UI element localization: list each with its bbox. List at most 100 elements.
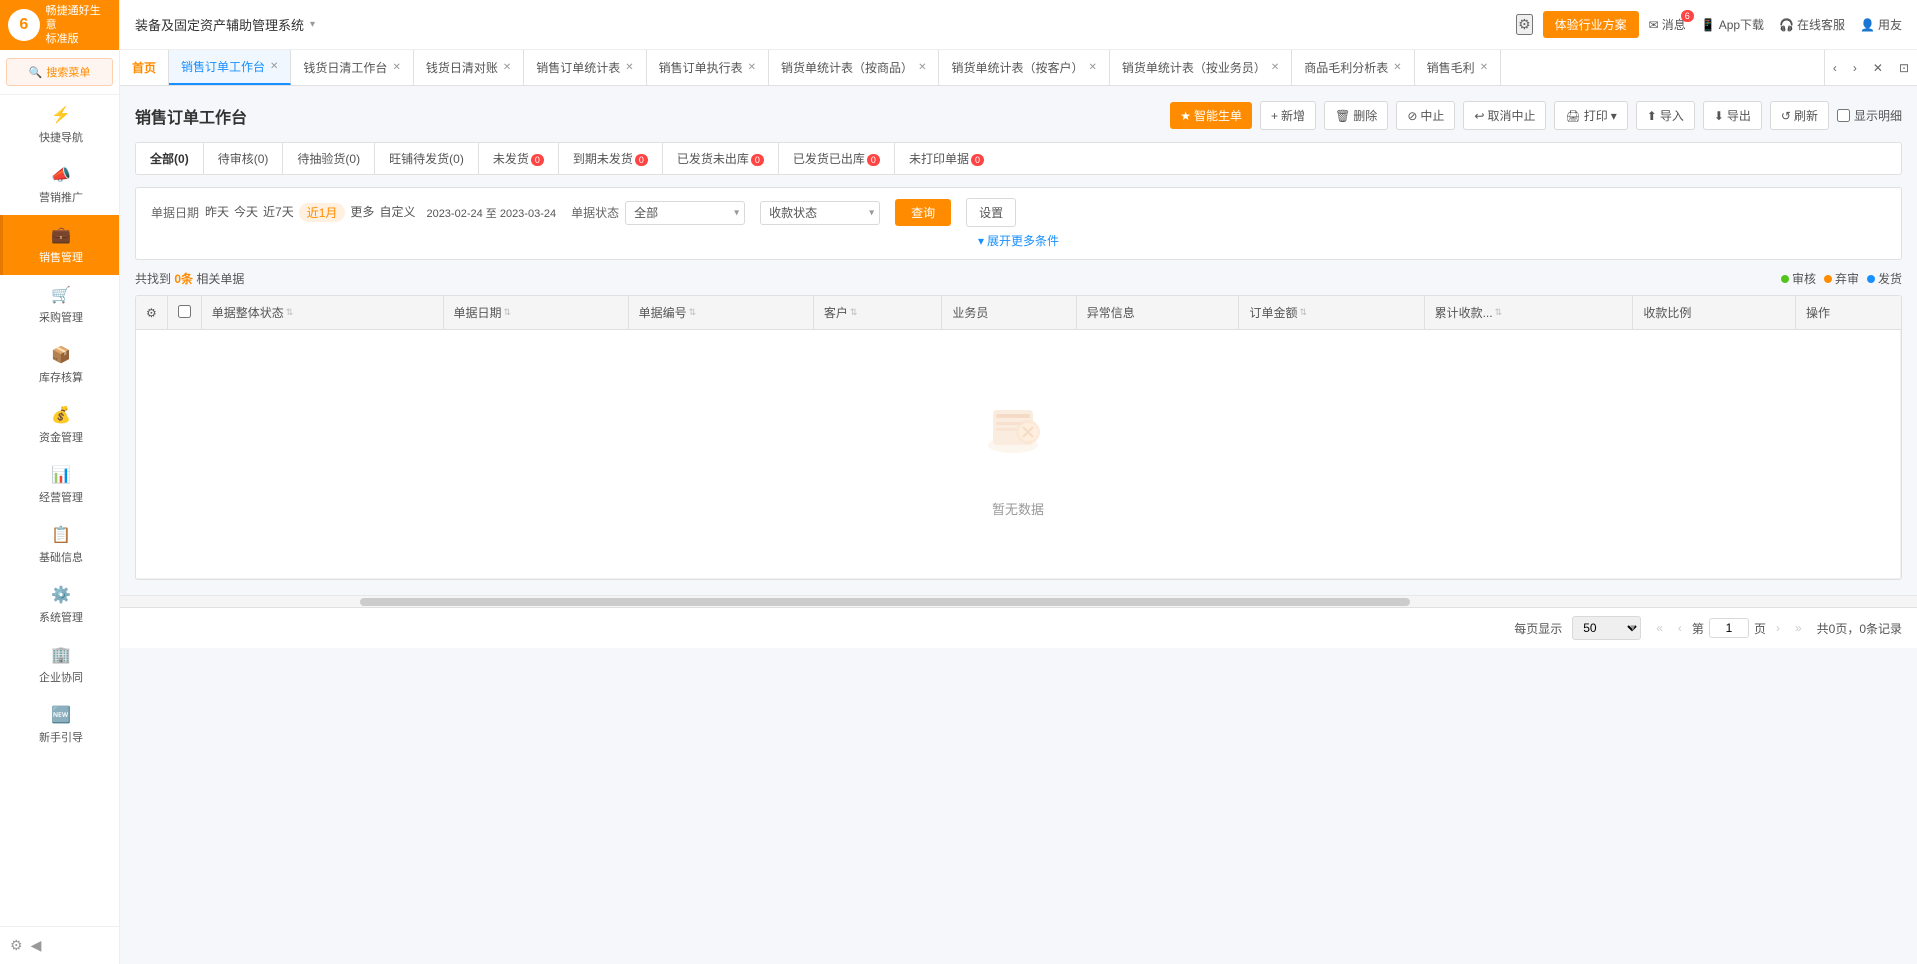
date-opt-last1m[interactable]: 近1月 [299,203,346,222]
tab-sales-by-product[interactable]: 销货单统计表（按商品） ✕ [769,50,939,85]
sort-date[interactable]: 单据日期 ⇅ [454,304,618,321]
sidebar-item-system[interactable]: ⚙️ 系统管理 [0,575,119,635]
column-settings-icon[interactable]: ⚙ [146,306,157,320]
date-opt-last7[interactable]: 近7天 [263,203,294,222]
page-input[interactable] [1709,618,1749,638]
collapse-icon[interactable]: ◀ [31,937,42,954]
tab-close-sales-profit[interactable]: ✕ [1480,62,1488,73]
date-opt-custom[interactable]: 自定义 [379,203,415,222]
sub-tab-overdue[interactable]: 到期未发货0 [559,143,663,174]
tab-close-sales-by-staff[interactable]: ✕ [1271,62,1279,73]
tab-sales-profit[interactable]: 销售毛利 ✕ [1415,50,1501,85]
sub-tab-not-printed[interactable]: 未打印单据0 [895,143,998,174]
th-checkbox [167,296,201,330]
date-opt-more[interactable]: 更多 [350,203,374,222]
tabs-scroll-right[interactable]: › [1845,50,1865,85]
cancel-audit-action-btn[interactable]: 弃审 [1824,270,1859,287]
message-btn[interactable]: ✉ 消息 6 [1649,16,1686,33]
prev-page-btn[interactable]: ‹ [1673,619,1687,637]
sub-tab-all[interactable]: 全部(0) [136,143,204,174]
app-download-btn[interactable]: 📱 App下载 [1701,16,1764,33]
tab-gross-profit[interactable]: 商品毛利分析表 ✕ [1292,50,1414,85]
smart-create-button[interactable]: ★ 智能生单 [1170,102,1252,129]
delete-button[interactable]: 🗑 删除 [1324,101,1388,130]
sidebar-item-finance[interactable]: 💰 资金管理 [0,395,119,455]
horizontal-scrollbar[interactable] [120,595,1917,607]
tab-close-sales-by-product[interactable]: ✕ [918,62,926,73]
cancel-stop-button[interactable]: ↩ 取消中止 [1463,101,1546,130]
tab-cash-daily[interactable]: 钱货日清工作台 ✕ [291,50,413,85]
stop-icon: ⊘ [1407,109,1417,123]
tab-sales-stats[interactable]: 销售订单统计表 ✕ [524,50,646,85]
tabs-close-all[interactable]: ✕ [1865,50,1891,85]
date-opt-yesterday[interactable]: 昨天 [205,203,229,222]
tab-sales-by-customer[interactable]: 销货单统计表（按客户） ✕ [939,50,1109,85]
tab-close-gross-profit[interactable]: ✕ [1393,62,1401,73]
user-menu-btn[interactable]: 👤 用友 [1860,16,1902,33]
sort-amount[interactable]: 订单金额 ⇅ [1249,304,1413,321]
tab-close-sales-workbench[interactable]: ✕ [270,61,278,72]
print-button[interactable]: 🖨 打印 ▾ [1554,101,1627,130]
tab-close-sales-stats[interactable]: ✕ [625,62,633,73]
tab-home[interactable]: 首页 [120,50,169,85]
online-service-btn[interactable]: 🎧 在线客服 [1779,16,1845,33]
sort-customer[interactable]: 客户 ⇅ [824,304,932,321]
filter-payment-select[interactable]: 收款状态 [760,201,880,225]
audit-action-btn[interactable]: 审核 [1781,270,1816,287]
sidebar-item-enterprise[interactable]: 🏢 企业协同 [0,635,119,695]
tabs-scroll-left[interactable]: ‹ [1825,50,1845,85]
filter-status-select[interactable]: 全部 [625,201,745,225]
search-menu-button[interactable]: 🔍 搜索菜单 [6,58,113,86]
sidebar-item-operations[interactable]: 📊 经营管理 [0,455,119,515]
sort-collected[interactable]: 累计收款... ⇅ [1435,304,1623,321]
sidebar-item-quick-nav[interactable]: ⚡ 快捷导航 [0,95,119,155]
sidebar-item-inventory[interactable]: 📦 库存核算 [0,335,119,395]
page-size-select[interactable]: 10 20 50 100 [1572,616,1641,640]
export-button[interactable]: ⬇ 导出 [1703,101,1762,130]
sub-tab-not-shipped[interactable]: 未发货0 [479,143,559,174]
next-page-btn[interactable]: › [1771,619,1785,637]
stop-button[interactable]: ⊘ 中止 [1396,101,1455,130]
filter-expand-btn[interactable]: ▾ 展开更多条件 [978,232,1059,249]
search-icon: 🔍 [29,66,43,79]
tab-sales-by-staff[interactable]: 销货单统计表（按业务员） ✕ [1110,50,1292,85]
sort-number[interactable]: 单据编号 ⇅ [639,304,803,321]
sub-tab-wangpu[interactable]: 旺铺待发货(0) [375,143,479,174]
import-button[interactable]: ⬆ 导入 [1636,101,1695,130]
tab-cash-reconcile[interactable]: 钱货日清对账 ✕ [414,50,524,85]
ship-action-btn[interactable]: 发货 [1867,270,1902,287]
basic-info-icon: 📋 [51,525,71,545]
sidebar-item-purchase[interactable]: 🛒 采购管理 [0,275,119,335]
sidebar-item-sales[interactable]: 💼 销售管理 [0,215,119,275]
tab-sales-exec[interactable]: 销售订单执行表 ✕ [647,50,769,85]
last-page-btn[interactable]: » [1790,619,1807,637]
sub-tab-pending-audit[interactable]: 待审核(0) [204,143,284,174]
select-all-checkbox[interactable] [178,305,191,318]
date-opt-today[interactable]: 今天 [234,203,258,222]
industry-btn[interactable]: 体验行业方案 [1543,11,1639,38]
tab-close-sales-exec[interactable]: ✕ [748,62,756,73]
sidebar-item-basic-info[interactable]: 📋 基础信息 [0,515,119,575]
header-settings-button[interactable]: ⚙ [1516,14,1533,35]
tab-sales-workbench[interactable]: 销售订单工作台 ✕ [169,50,291,85]
first-page-btn[interactable]: « [1651,619,1668,637]
sort-status[interactable]: 单据整体状态 ⇅ [212,304,433,321]
tab-close-cash-daily[interactable]: ✕ [392,62,400,73]
tab-close-cash-reconcile[interactable]: ✕ [503,62,511,73]
refresh-button[interactable]: ↺ 刷新 [1770,101,1829,130]
sub-tab-shipped-warehoused[interactable]: 已发货已出库0 [779,143,895,174]
add-button[interactable]: + 新增 [1260,101,1316,130]
sidebar-item-guide[interactable]: 🆕 新手引导 [0,695,119,755]
scrollbar-thumb[interactable] [360,598,1410,606]
tabs-expand[interactable]: ⊡ [1891,50,1917,85]
settings-footer-icon[interactable]: ⚙ [10,937,23,954]
show-detail-label[interactable]: 显示明细 [1837,107,1902,124]
sub-tab-pending-check[interactable]: 待抽验货(0) [283,143,375,174]
tab-close-sales-by-customer[interactable]: ✕ [1088,62,1096,73]
sub-tab-shipped-not-warehoused[interactable]: 已发货未出库0 [663,143,779,174]
filter-settings-button[interactable]: 设置 [966,198,1016,227]
show-detail-checkbox[interactable] [1837,109,1850,122]
sidebar-item-marketing[interactable]: 📣 营销推广 [0,155,119,215]
marketing-icon: 📣 [51,165,71,185]
query-button[interactable]: 查询 [895,199,951,226]
